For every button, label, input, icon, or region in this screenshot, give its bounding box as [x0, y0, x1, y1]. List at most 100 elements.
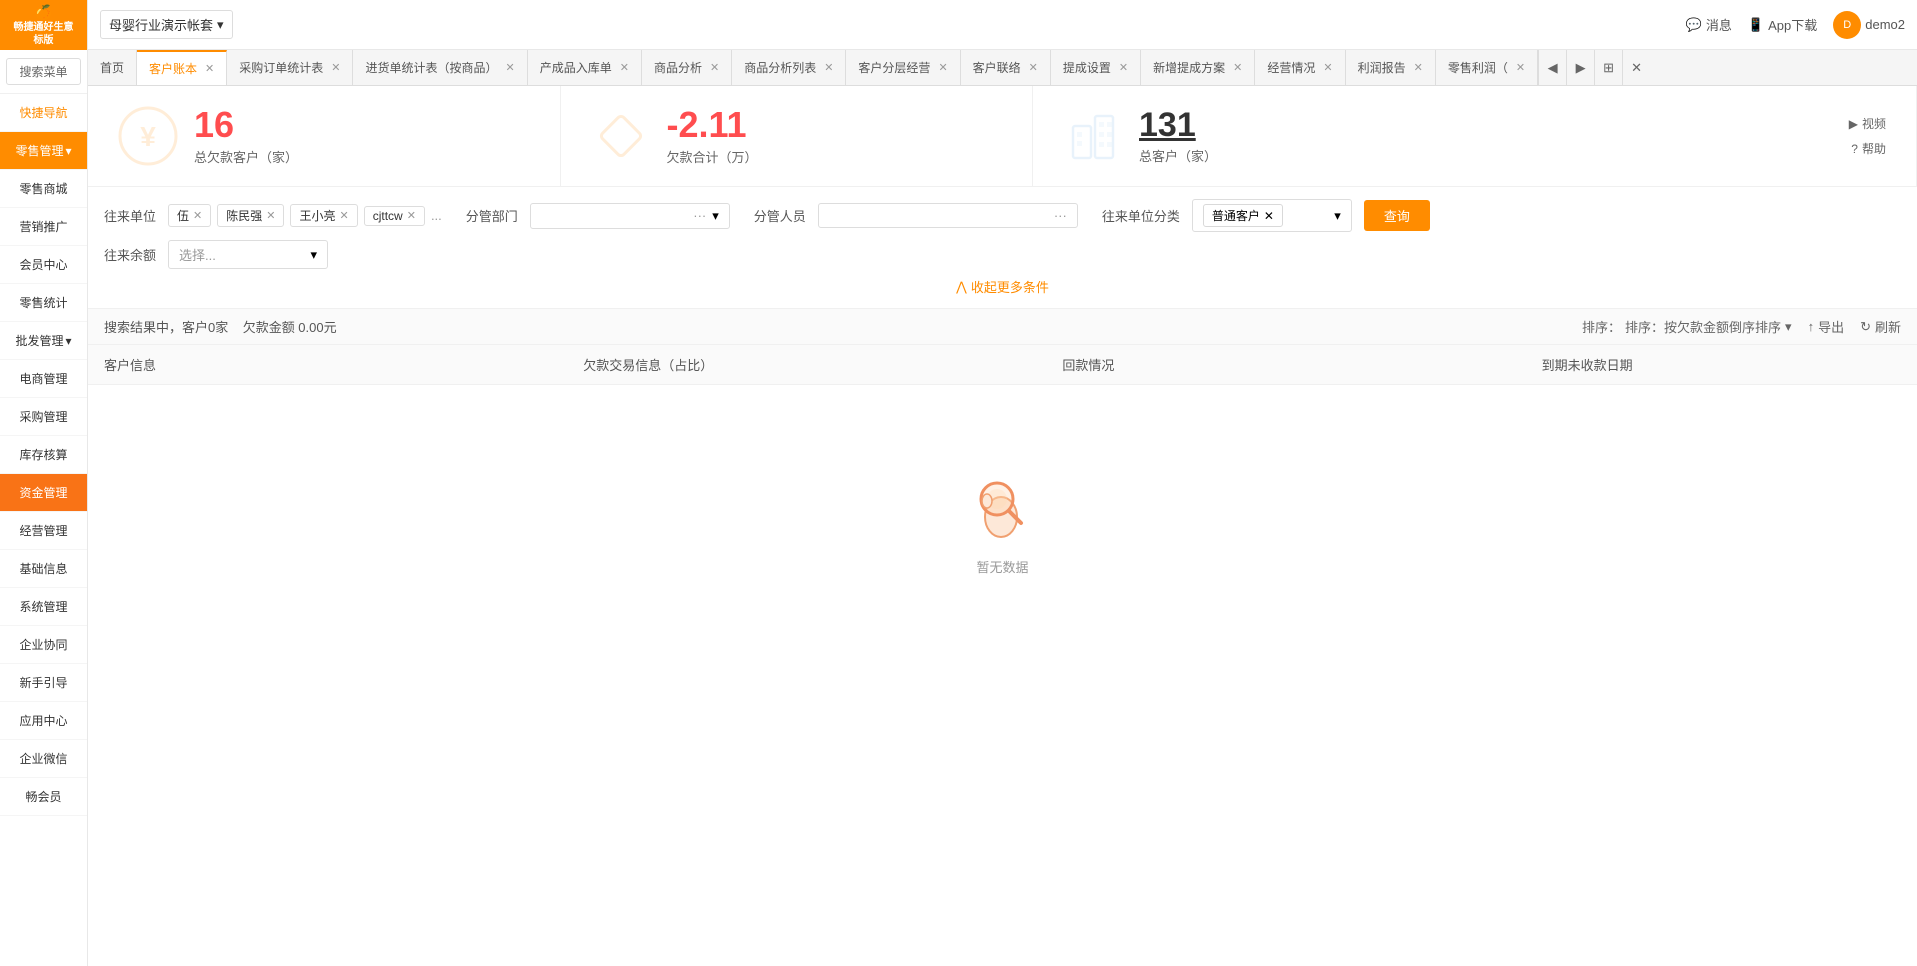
tab-retail-profit[interactable]: 零售利润（ ✕: [1436, 50, 1538, 86]
sidebar-item-purchase[interactable]: 采购管理: [0, 398, 87, 436]
sidebar-item-retail-stats[interactable]: 零售统计: [0, 284, 87, 322]
account-dropdown[interactable]: 母婴行业演示帐套 ▾: [100, 10, 233, 39]
stat-text-2: -2.11 欠款合计（万）: [667, 107, 758, 166]
sidebar-item-ops[interactable]: 经营管理: [0, 512, 87, 550]
unit-class-tag[interactable]: 普通客户 ✕: [1203, 204, 1283, 227]
tab-close-icon[interactable]: ✕: [1233, 61, 1242, 74]
help-action[interactable]: ? 帮助: [1851, 140, 1886, 157]
collapse-button[interactable]: ⋀ 收起更多条件: [956, 277, 1049, 296]
result-actions: 排序： 排序：按欠款金额倒序排序 ▾ ↑ 导出 ↻ 刷新: [1582, 317, 1901, 336]
tab-close-icon[interactable]: ✕: [1323, 61, 1332, 74]
sidebar-item-newbie[interactable]: 新手引导: [0, 664, 87, 702]
tab-close-icon[interactable]: ✕: [506, 61, 515, 74]
dept-dropdown-icon: ▾: [712, 208, 719, 224]
sidebar-item-finance[interactable]: 资金管理: [0, 474, 87, 512]
tag-close-cjttcw[interactable]: ✕: [407, 209, 416, 222]
tab-purchase-order-stats[interactable]: 采购订单统计表 ✕: [227, 50, 353, 86]
sidebar-item-member-center[interactable]: 会员中心: [0, 246, 87, 284]
tab-close-icon[interactable]: ✕: [824, 61, 833, 74]
data-table: 客户信息 欠款交易信息（占比） 回款情况 到期未收款日期: [88, 345, 1917, 656]
tab-purchase-stats-product[interactable]: 进货单统计表（按商品） ✕: [353, 50, 527, 86]
sort-dropdown-icon: ▾: [1785, 319, 1792, 335]
tab-nav-left[interactable]: ◀: [1538, 50, 1566, 86]
balance-select[interactable]: 选择... ▾: [168, 240, 328, 269]
stat-label-2: 欠款合计（万）: [667, 147, 758, 166]
table-header: 客户信息 欠款交易信息（占比） 回款情况 到期未收款日期: [88, 345, 1917, 385]
tab-close-icon[interactable]: ✕: [1516, 61, 1525, 74]
tag-close-chen[interactable]: ✕: [266, 209, 275, 222]
video-action[interactable]: ▶ 视频: [1849, 115, 1886, 132]
tab-home[interactable]: 首页: [88, 50, 137, 86]
tab-customer-tier[interactable]: 客户分层经营 ✕: [846, 50, 960, 86]
unit-class-select[interactable]: 普通客户 ✕ ▾: [1192, 199, 1352, 232]
tab-add-commission[interactable]: 新增提成方案 ✕: [1141, 50, 1255, 86]
sidebar-item-wechat[interactable]: 企业微信: [0, 740, 87, 778]
tab-close-icon[interactable]: ✕: [331, 61, 340, 74]
stat-label-3: 总客户（家）: [1139, 146, 1217, 165]
search-menu-button[interactable]: 搜索菜单: [6, 58, 81, 85]
tag-close-unit-class[interactable]: ✕: [1264, 209, 1274, 223]
sidebar-item-enterprise[interactable]: 企业协同: [0, 626, 87, 664]
tab-close-icon[interactable]: ✕: [205, 62, 214, 75]
filter-tag-chen[interactable]: 陈民强 ✕: [217, 204, 284, 227]
dept-label: 分管部门: [466, 206, 518, 225]
tab-operations[interactable]: 经营情况 ✕: [1255, 50, 1345, 86]
result-bar: 搜索结果中，客户0家 欠款金额 0.00元 排序： 排序：按欠款金额倒序排序 ▾…: [88, 309, 1917, 345]
sidebar-item-marketing[interactable]: 营销推广: [0, 208, 87, 246]
app-download-button[interactable]: 📱 App下载: [1748, 15, 1817, 34]
tab-product-analysis[interactable]: 商品分析 ✕: [642, 50, 732, 86]
tab-customer-ledger[interactable]: 客户账本 ✕: [137, 50, 227, 86]
message-button[interactable]: 💬 消息: [1686, 15, 1732, 34]
tab-nav-expand[interactable]: ⊞: [1594, 50, 1622, 86]
filter-tag-wu[interactable]: 伍 ✕: [168, 204, 211, 227]
tab-close-icon[interactable]: ✕: [620, 61, 629, 74]
person-more-icon: ···: [1054, 208, 1067, 223]
sidebar-item-retail-mgmt[interactable]: 零售管理▾: [0, 132, 87, 170]
message-icon: 💬: [1686, 17, 1702, 33]
stat-label-1: 总欠款客户（家）: [194, 147, 298, 166]
filter-tag-wang[interactable]: 王小亮 ✕: [290, 204, 357, 227]
empty-icon: [963, 465, 1043, 545]
export-icon: ↑: [1808, 319, 1815, 334]
help-icon: ?: [1851, 142, 1858, 156]
sidebar-item-inventory[interactable]: 库存核算: [0, 436, 87, 474]
sidebar-item-system[interactable]: 系统管理: [0, 588, 87, 626]
tab-customer-contact[interactable]: 客户联络 ✕: [961, 50, 1051, 86]
tab-profit-report[interactable]: 利润报告 ✕: [1346, 50, 1436, 86]
tab-commission-setting[interactable]: 提成设置 ✕: [1051, 50, 1141, 86]
filter-more-tags[interactable]: ...: [431, 208, 442, 223]
filter-tag-cjttcw[interactable]: cjttcw ✕: [364, 206, 425, 226]
sidebar-item-wholesale[interactable]: 批发管理▾: [0, 322, 87, 360]
sidebar-item-vip[interactable]: 畅会员: [0, 778, 87, 816]
person-input[interactable]: ···: [818, 203, 1078, 228]
sidebar-item-ecommerce[interactable]: 电商管理: [0, 360, 87, 398]
refresh-button[interactable]: ↻ 刷新: [1860, 317, 1901, 336]
topbar: 母婴行业演示帐套 ▾ 💬 消息 📱 App下载 D demo2: [88, 0, 1917, 50]
yuan-icon: ¥: [118, 106, 178, 166]
sidebar-item-app-center[interactable]: 应用中心: [0, 702, 87, 740]
tab-close-icon[interactable]: ✕: [1029, 61, 1038, 74]
stat-number-2: -2.11: [667, 107, 758, 143]
logo-line1: 畅捷通好生意: [14, 21, 74, 34]
tab-nav-right[interactable]: ▶: [1566, 50, 1594, 86]
sidebar-item-retail-mall[interactable]: 零售商城: [0, 170, 87, 208]
tag-close-wu[interactable]: ✕: [193, 209, 202, 222]
sidebar-item-quick-nav[interactable]: 快捷导航: [0, 94, 87, 132]
tab-close-icon[interactable]: ✕: [1414, 61, 1423, 74]
sort-select[interactable]: 排序： 排序：按欠款金额倒序排序 ▾: [1582, 317, 1792, 336]
tag-close-wang[interactable]: ✕: [340, 209, 349, 222]
tab-production-inbound[interactable]: 产成品入库单 ✕: [528, 50, 642, 86]
export-button[interactable]: ↑ 导出: [1808, 317, 1845, 336]
sidebar-item-basic-info[interactable]: 基础信息: [0, 550, 87, 588]
stat-number-3: 131: [1139, 108, 1217, 142]
tab-product-analysis-list[interactable]: 商品分析列表 ✕: [732, 50, 846, 86]
phone-icon: 📱: [1748, 17, 1764, 33]
user-menu[interactable]: D demo2: [1833, 11, 1905, 39]
tab-close-icon[interactable]: ✕: [1119, 61, 1128, 74]
dept-select[interactable]: ··· ▾: [530, 203, 730, 229]
tab-close-icon[interactable]: ✕: [710, 61, 719, 74]
tab-nav-close-all[interactable]: ✕: [1622, 50, 1650, 86]
balance-label: 往来余额: [104, 245, 156, 264]
tab-close-icon[interactable]: ✕: [938, 61, 947, 74]
query-button[interactable]: 查询: [1364, 200, 1430, 231]
